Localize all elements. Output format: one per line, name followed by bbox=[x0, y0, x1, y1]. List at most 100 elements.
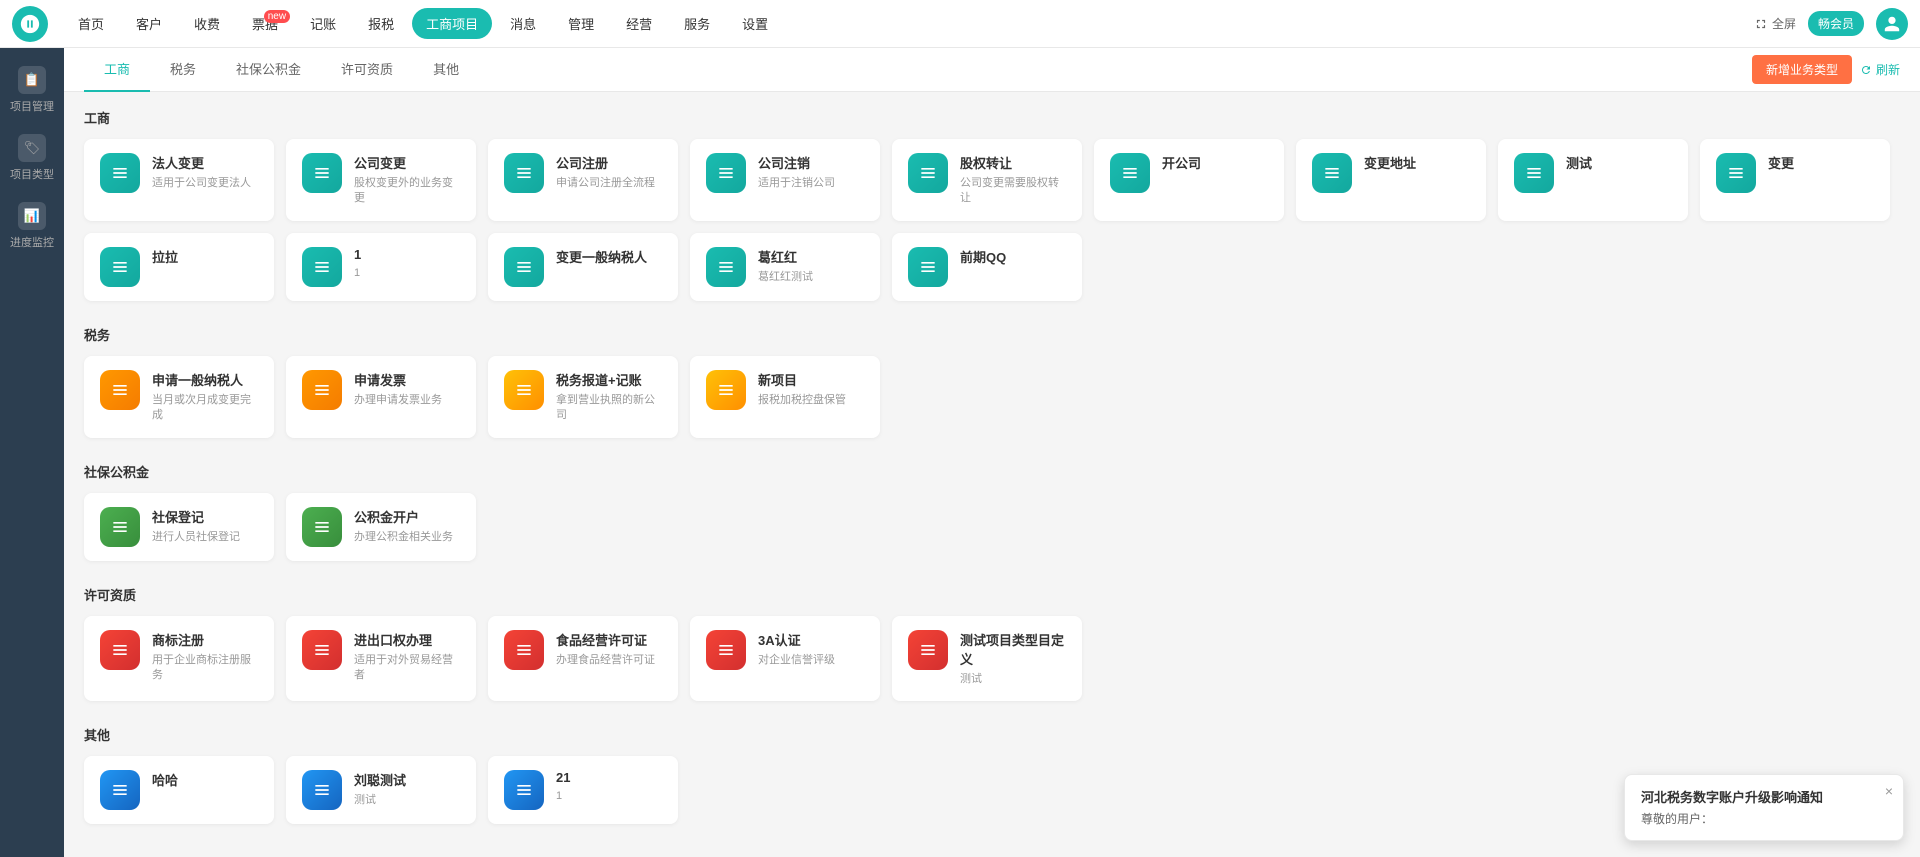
card-icon bbox=[302, 247, 342, 287]
card-前期QQ[interactable]: 前期QQ bbox=[892, 233, 1082, 301]
card-社保登记[interactable]: 社保登记进行人员社保登记 bbox=[84, 493, 274, 561]
card-title: 21 bbox=[556, 770, 662, 785]
card-icon bbox=[504, 370, 544, 410]
card-info: 公积金开户办理公积金相关业务 bbox=[354, 507, 460, 545]
sidebar: 📋项目管理🏷项目类型📊进度监控 bbox=[0, 48, 64, 857]
section-title: 社保公积金 bbox=[84, 462, 1900, 481]
fullscreen-button[interactable]: 全屏 bbox=[1754, 15, 1796, 32]
card-测试项目类型目定义[interactable]: 测试项目类型目定义测试 bbox=[892, 616, 1082, 701]
nav-item-报税[interactable]: 报税 bbox=[354, 8, 408, 39]
card-info: 社保登记进行人员社保登记 bbox=[152, 507, 258, 545]
nav-item-工商项目[interactable]: 工商项目 bbox=[412, 8, 492, 39]
card-title: 变更地址 bbox=[1364, 153, 1470, 172]
nav-item-记账[interactable]: 记账 bbox=[296, 8, 350, 39]
sidebar-item-进度监控[interactable]: 📊进度监控 bbox=[0, 192, 64, 260]
sub-tab-税务[interactable]: 税务 bbox=[150, 48, 216, 92]
card-info: 11 bbox=[354, 247, 460, 281]
card-商标注册[interactable]: 商标注册用于企业商标注册服务 bbox=[84, 616, 274, 701]
card-info: 变更地址 bbox=[1364, 153, 1470, 176]
sub-tab-社保公积金[interactable]: 社保公积金 bbox=[216, 48, 321, 92]
card-开公司[interactable]: 开公司 bbox=[1094, 139, 1284, 221]
card-desc: 用于企业商标注册服务 bbox=[152, 653, 258, 684]
card-新项目[interactable]: 新项目报税加税控盘保管 bbox=[690, 356, 880, 438]
nav-item-首页[interactable]: 首页 bbox=[64, 8, 118, 39]
sidebar-item-项目类型[interactable]: 🏷项目类型 bbox=[0, 124, 64, 192]
vip-button[interactable]: 畅会员 bbox=[1808, 11, 1864, 36]
card-公司注册[interactable]: 公司注册申请公司注册全流程 bbox=[488, 139, 678, 221]
cards-grid: 法人变更适用于公司变更法人 公司变更股权变更外的业务变更 公司注册申请公司注册全流程… bbox=[84, 139, 1900, 301]
nav-item-服务[interactable]: 服务 bbox=[670, 8, 724, 39]
card-测试[interactable]: 测试 bbox=[1498, 139, 1688, 221]
card-股权转让[interactable]: 股权转让公司变更需要股权转让 bbox=[892, 139, 1082, 221]
card-title: 新项目 bbox=[758, 370, 864, 389]
card-title: 社保登记 bbox=[152, 507, 258, 526]
card-进出口权办理[interactable]: 进出口权办理适用于对外贸易经营者 bbox=[286, 616, 476, 701]
new-business-type-button[interactable]: 新增业务类型 bbox=[1752, 55, 1852, 84]
card-公司注销[interactable]: 公司注销适用于注销公司 bbox=[690, 139, 880, 221]
card-title: 公司注册 bbox=[556, 153, 662, 172]
card-食品经营许可证[interactable]: 食品经营许可证办理食品经营许可证 bbox=[488, 616, 678, 701]
notification-close[interactable]: × bbox=[1885, 783, 1893, 799]
card-拉拉[interactable]: 拉拉 bbox=[84, 233, 274, 301]
nav-item-管理[interactable]: 管理 bbox=[554, 8, 608, 39]
card-info: 公司变更股权变更外的业务变更 bbox=[354, 153, 460, 207]
card-info: 申请发票办理申请发票业务 bbox=[354, 370, 460, 408]
card-葛红红[interactable]: 葛红红葛红红测试 bbox=[690, 233, 880, 301]
main-layout: 📋项目管理🏷项目类型📊进度监控 工商税务社保公积金许可资质其他 新增业务类型 刷… bbox=[0, 48, 1920, 857]
nav-item-收费[interactable]: 收费 bbox=[180, 8, 234, 39]
card-1[interactable]: 11 bbox=[286, 233, 476, 301]
card-icon bbox=[908, 630, 948, 670]
card-desc: 1 bbox=[354, 266, 460, 281]
notification-title: 河北税务数字账户升级影响通知 bbox=[1641, 787, 1887, 806]
card-icon bbox=[1514, 153, 1554, 193]
card-title: 开公司 bbox=[1162, 153, 1268, 172]
app-logo[interactable] bbox=[12, 6, 48, 42]
card-desc: 当月或次月成变更完成 bbox=[152, 393, 258, 424]
cards-grid: 申请一般纳税人当月或次月成变更完成 申请发票办理申请发票业务 税务报道+记账拿到营业… bbox=[84, 356, 1900, 438]
card-info: 葛红红葛红红测试 bbox=[758, 247, 864, 285]
content-area: 工商税务社保公积金许可资质其他 新增业务类型 刷新 工商法人变更适用于公司变更法… bbox=[64, 48, 1920, 857]
card-info: 变更一般纳税人 bbox=[556, 247, 662, 270]
sub-tab-其他[interactable]: 其他 bbox=[413, 48, 479, 92]
card-税务报道+记账[interactable]: 税务报道+记账拿到营业执照的新公司 bbox=[488, 356, 678, 438]
card-21[interactable]: 211 bbox=[488, 756, 678, 824]
nav-item-经营[interactable]: 经营 bbox=[612, 8, 666, 39]
card-desc: 1 bbox=[556, 789, 662, 804]
card-title: 食品经营许可证 bbox=[556, 630, 662, 649]
card-3A认证[interactable]: 3A认证对企业信誉评级 bbox=[690, 616, 880, 701]
avatar[interactable] bbox=[1876, 8, 1908, 40]
card-公积金开户[interactable]: 公积金开户办理公积金相关业务 bbox=[286, 493, 476, 561]
cards-grid: 商标注册用于企业商标注册服务进出口权办理适用于对外贸易经营者食品经营许可证办理食… bbox=[84, 616, 1900, 701]
sub-tab-工商[interactable]: 工商 bbox=[84, 48, 150, 92]
card-刘聪测试[interactable]: 刘聪测试测试 bbox=[286, 756, 476, 824]
card-desc: 申请公司注册全流程 bbox=[556, 176, 662, 191]
card-info: 变更 bbox=[1768, 153, 1874, 176]
card-哈哈[interactable]: 哈哈 bbox=[84, 756, 274, 824]
card-申请一般纳税人[interactable]: 申请一般纳税人当月或次月成变更完成 bbox=[84, 356, 274, 438]
card-icon bbox=[706, 153, 746, 193]
sidebar-item-项目管理[interactable]: 📋项目管理 bbox=[0, 56, 64, 124]
nav-item-消息[interactable]: 消息 bbox=[496, 8, 550, 39]
nav-item-客户[interactable]: 客户 bbox=[122, 8, 176, 39]
card-公司变更[interactable]: 公司变更股权变更外的业务变更 bbox=[286, 139, 476, 221]
sidebar-icon: 📋 bbox=[18, 66, 46, 94]
card-变更一般纳税人[interactable]: 变更一般纳税人 bbox=[488, 233, 678, 301]
card-变更[interactable]: 变更 bbox=[1700, 139, 1890, 221]
sub-tab-许可资质[interactable]: 许可资质 bbox=[321, 48, 413, 92]
card-desc: 适用于注销公司 bbox=[758, 176, 864, 191]
card-info: 拉拉 bbox=[152, 247, 258, 270]
nav-item-票据[interactable]: 票据new bbox=[238, 8, 292, 39]
refresh-button[interactable]: 刷新 bbox=[1860, 61, 1900, 78]
card-info: 税务报道+记账拿到营业执照的新公司 bbox=[556, 370, 662, 424]
card-申请发票[interactable]: 申请发票办理申请发票业务 bbox=[286, 356, 476, 438]
notification-bar: × 河北税务数字账户升级影响通知 尊敬的用户： bbox=[1624, 774, 1904, 841]
card-变更地址[interactable]: 变更地址 bbox=[1296, 139, 1486, 221]
card-info: 公司注册申请公司注册全流程 bbox=[556, 153, 662, 191]
section-xukeyizhi: 许可资质商标注册用于企业商标注册服务进出口权办理适用于对外贸易经营者食品经营许可… bbox=[84, 585, 1900, 701]
card-title: 变更一般纳税人 bbox=[556, 247, 662, 266]
card-icon bbox=[302, 153, 342, 193]
card-desc: 进行人员社保登记 bbox=[152, 530, 258, 545]
nav-item-设置[interactable]: 设置 bbox=[728, 8, 782, 39]
card-法人变更[interactable]: 法人变更适用于公司变更法人 bbox=[84, 139, 274, 221]
card-title: 商标注册 bbox=[152, 630, 258, 649]
